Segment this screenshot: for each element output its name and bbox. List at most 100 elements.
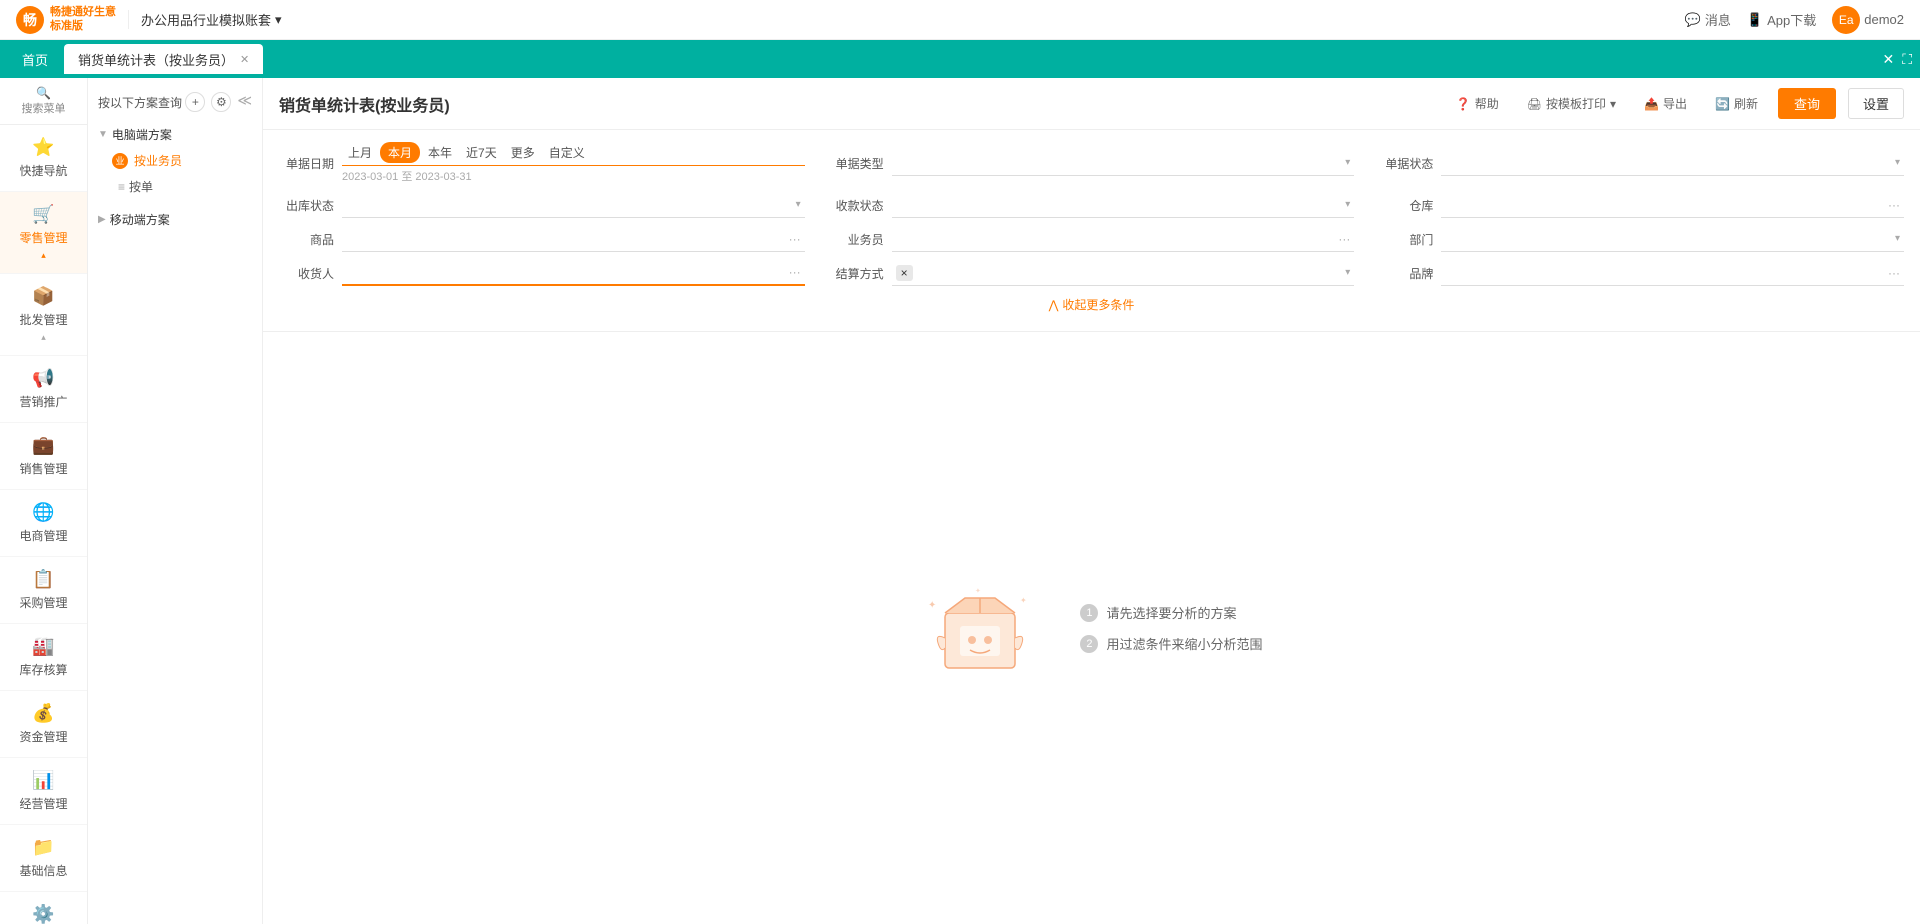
pay-status-label: 收款状态 xyxy=(829,197,884,214)
date-btn-7days[interactable]: 近7天 xyxy=(460,142,503,163)
purchase-icon: 📋 xyxy=(32,569,54,590)
inventory-icon: 🏭 xyxy=(32,636,54,657)
filter-warehouse: 仓库 ··· xyxy=(1378,192,1904,218)
triangle-icon: ▼ xyxy=(98,129,108,140)
sidebar-item-marketing[interactable]: 📢 营销推广 xyxy=(0,356,87,423)
pay-status-input[interactable]: ▾ xyxy=(892,192,1355,218)
refresh-icon: 🔄 xyxy=(1715,97,1730,111)
brand-dots-icon: ··· xyxy=(1888,266,1900,280)
date-btn-this-month[interactable]: 本月 xyxy=(380,142,420,163)
query-button[interactable]: 查询 xyxy=(1778,88,1836,119)
salesperson-dots-icon: ··· xyxy=(1338,232,1350,246)
department-input[interactable]: ▾ xyxy=(1441,226,1904,252)
brand-input[interactable]: ··· xyxy=(1441,260,1904,286)
page-title: 销货单统计表(按业务员) xyxy=(279,92,450,116)
print-chevron-icon: ▾ xyxy=(1610,97,1616,111)
retail-icon: 🛒 xyxy=(32,204,54,225)
sidebar-item-basic[interactable]: 📁 基础信息 xyxy=(0,825,87,892)
sidebar-item-inventory[interactable]: 🏭 库存核算 xyxy=(0,624,87,691)
svg-text:✦: ✦ xyxy=(975,587,981,595)
empty-illustration: ✦ ✦ ✦ xyxy=(920,578,1040,678)
message-button[interactable]: 💬 消息 xyxy=(1685,10,1731,29)
sidebar-search[interactable]: 🔍 搜索菜单 xyxy=(0,78,87,125)
chevron-down-icon: ▾ xyxy=(275,12,282,28)
content-area: 按以下方案查询 + ⚙ ≪ ▼ 电脑端方案 业 xyxy=(88,78,1920,924)
sidebar-item-ecommerce[interactable]: 🌐 电商管理 xyxy=(0,490,87,557)
sidebar: 🔍 搜索菜单 ⭐ 快捷导航 🛒 零售管理 ▴ 📦 批发管理 ▴ 📢 营销推广 💼… xyxy=(0,78,88,924)
date-btn-more[interactable]: 更多 xyxy=(505,142,541,163)
page-header: 销货单统计表(按业务员) ❓ 帮助 🖨 按模板打印 ▾ 📤 导出 xyxy=(263,78,1920,130)
date-btn-this-year[interactable]: 本年 xyxy=(422,142,458,163)
basic-icon: 📁 xyxy=(32,837,54,858)
sidebar-item-nav[interactable]: ⭐ 快捷导航 xyxy=(0,125,87,192)
scheme-item-order[interactable]: ≡ 按单 xyxy=(88,174,262,199)
empty-content: ✦ ✦ ✦ 1 请先选择要分析的方案 2 用过滤条件来缩小分析范围 xyxy=(920,578,1262,678)
payment-tag: × xyxy=(896,265,913,281)
sidebar-item-wholesale[interactable]: 📦 批发管理 ▴ xyxy=(0,274,87,356)
ecommerce-icon: 🌐 xyxy=(32,502,54,523)
chevron-icon: ▴ xyxy=(41,250,46,261)
scheme-salesperson-icon: 业 xyxy=(112,153,128,169)
triangle-right-icon: ▶ xyxy=(98,214,106,225)
refresh-button[interactable]: 🔄 刷新 xyxy=(1707,91,1766,116)
tab-close-icon[interactable]: ✕ xyxy=(240,53,249,66)
scheme-item-salesperson[interactable]: 业 按业务员 xyxy=(88,147,262,174)
sidebar-item-retail[interactable]: 🛒 零售管理 ▴ xyxy=(0,192,87,274)
svg-text:✦: ✦ xyxy=(928,600,936,611)
filter-receiver: 收货人 ··· xyxy=(279,260,805,286)
scheme-group-desktop-title[interactable]: ▼ 电脑端方案 xyxy=(88,122,262,147)
collapse-bar[interactable]: ⋀ 收起更多条件 xyxy=(279,290,1904,319)
system-icon: ⚙️ xyxy=(32,904,54,924)
download-button[interactable]: 📱 App下载 xyxy=(1747,10,1816,29)
doc-type-input[interactable]: ▾ xyxy=(892,150,1355,176)
sales-icon: 💼 xyxy=(32,435,54,456)
tab-expand-area: ✕ ⛶ xyxy=(1882,51,1912,68)
company-selector[interactable]: 办公用品行业模拟账套 ▾ xyxy=(128,10,282,29)
tab-sales-stat[interactable]: 销货单统计表（按业务员） ✕ xyxy=(64,44,263,74)
export-button[interactable]: 📤 导出 xyxy=(1636,91,1695,116)
goods-input[interactable]: ··· xyxy=(342,226,805,252)
empty-area: ✦ ✦ ✦ 1 请先选择要分析的方案 2 用过滤条件来缩小分析范围 xyxy=(263,332,1920,924)
tip-num-2: 2 xyxy=(1080,635,1098,653)
scheme-group-mobile-title[interactable]: ▶ 移动端方案 xyxy=(88,207,262,232)
help-icon: ❓ xyxy=(1456,97,1471,111)
salesperson-input[interactable]: ··· xyxy=(892,226,1355,252)
scheme-settings-button[interactable]: ⚙ xyxy=(211,92,231,112)
scheme-order-icon: ≡ xyxy=(118,180,125,194)
help-button[interactable]: ❓ 帮助 xyxy=(1448,91,1507,116)
doc-status-input[interactable]: ▾ xyxy=(1441,150,1904,176)
sidebar-item-operations[interactable]: 📊 经营管理 xyxy=(0,758,87,825)
operations-icon: 📊 xyxy=(32,770,54,791)
sidebar-item-sales[interactable]: 💼 销售管理 xyxy=(0,423,87,490)
receiver-input[interactable]: ··· xyxy=(342,260,805,286)
download-icon: 📱 xyxy=(1747,12,1763,28)
settings-button[interactable]: 设置 xyxy=(1848,88,1904,119)
message-icon: 💬 xyxy=(1685,12,1701,28)
tip-num-1: 1 xyxy=(1080,604,1098,622)
scheme-actions: + ⚙ ≪ xyxy=(185,92,252,112)
sidebar-item-purchase[interactable]: 📋 采购管理 xyxy=(0,557,87,624)
user-menu[interactable]: Ea demo2 xyxy=(1832,6,1904,34)
date-btn-custom[interactable]: 自定义 xyxy=(543,142,591,163)
doc-status-label: 单据状态 xyxy=(1378,155,1433,172)
tab-minimize-icon[interactable]: ✕ xyxy=(1882,51,1894,68)
scheme-add-button[interactable]: + xyxy=(185,92,205,112)
print-button[interactable]: 🖨 按模板打印 ▾ xyxy=(1519,91,1624,116)
out-status-input[interactable]: ▾ xyxy=(342,192,805,218)
warehouse-dots-icon: ··· xyxy=(1888,198,1900,212)
salesperson-label: 业务员 xyxy=(829,231,884,248)
scheme-group-mobile: ▶ 移动端方案 xyxy=(88,203,262,236)
date-btn-last-month[interactable]: 上月 xyxy=(342,142,378,163)
tab-maximize-icon[interactable]: ⛶ xyxy=(1902,51,1912,68)
sidebar-item-system[interactable]: ⚙️ 系统管理 xyxy=(0,892,87,924)
scheme-group-desktop: ▼ 电脑端方案 业 按业务员 ≡ 按单 xyxy=(88,118,262,203)
sidebar-item-finance[interactable]: 💰 资金管理 xyxy=(0,691,87,758)
tab-home[interactable]: 首页 xyxy=(8,44,62,74)
scheme-panel: 按以下方案查询 + ⚙ ≪ ▼ 电脑端方案 业 xyxy=(88,78,263,924)
payment-input[interactable]: × ▾ xyxy=(892,260,1355,286)
scheme-collapse-button[interactable]: ≪ xyxy=(237,92,252,112)
tab-bar: 首页 销货单统计表（按业务员） ✕ ✕ ⛶ xyxy=(0,40,1920,78)
print-icon: 🖨 xyxy=(1527,97,1542,111)
warehouse-input[interactable]: ··· xyxy=(1441,192,1904,218)
date-range: 2023-03-01 至 2023-03-31 xyxy=(342,168,805,184)
